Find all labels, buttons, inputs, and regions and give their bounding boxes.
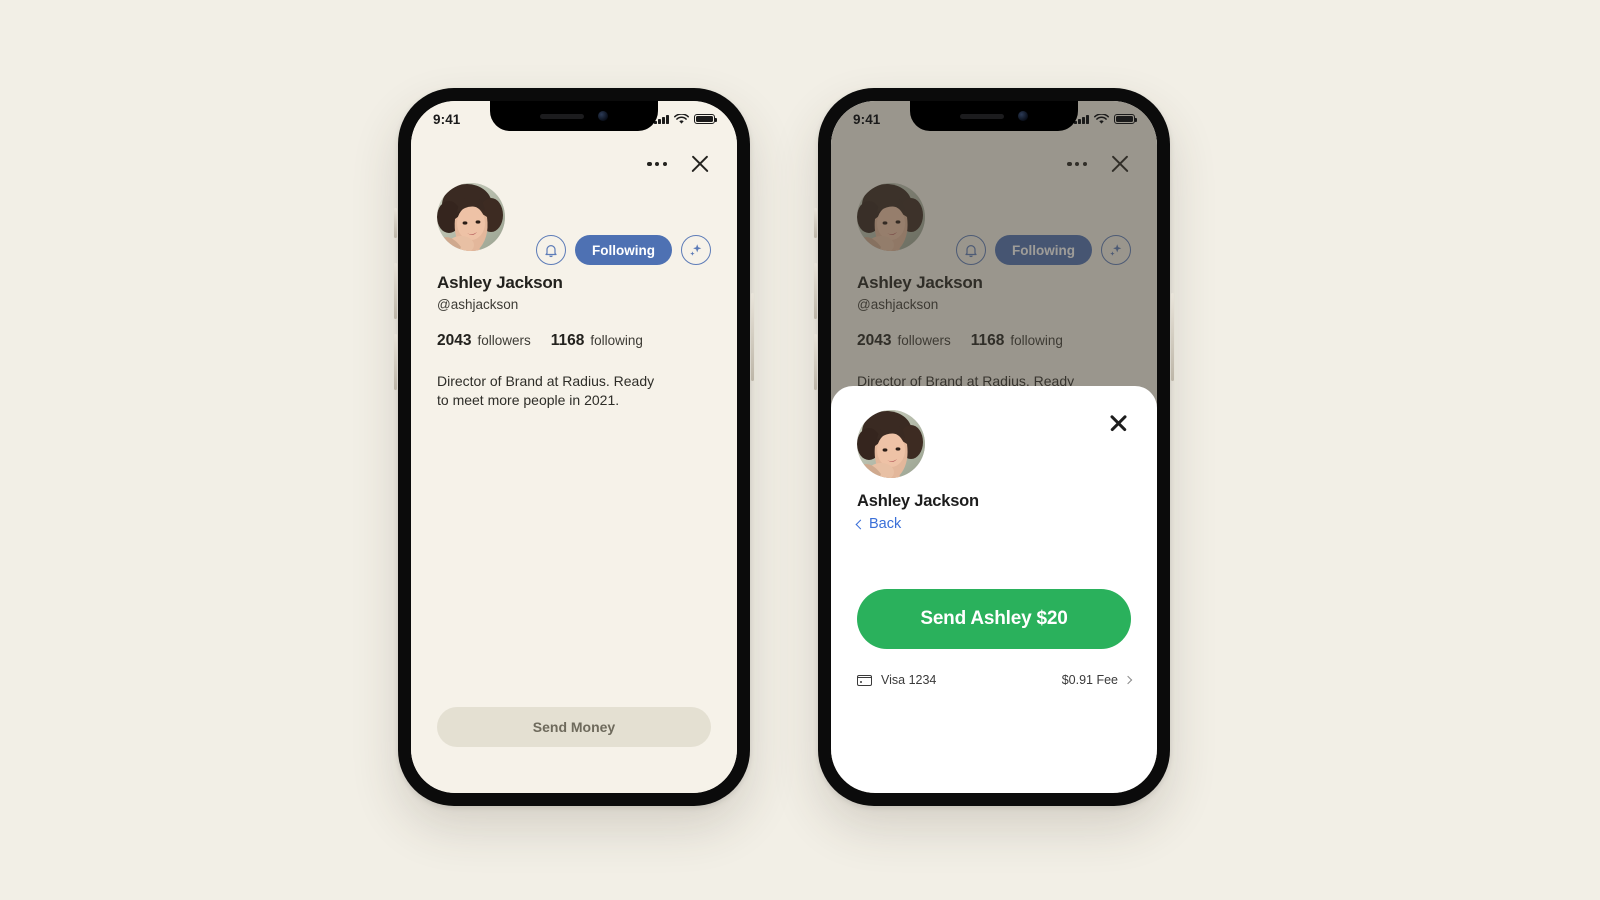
- more-options-icon[interactable]: [647, 161, 667, 167]
- volume-up-button[interactable]: [394, 263, 397, 319]
- bell-icon: [545, 244, 557, 257]
- speaker-grille-icon: [960, 113, 1004, 119]
- profile-page: Following Ashley Jackson @ashjackson 204…: [411, 101, 737, 793]
- front-camera-icon: [1018, 111, 1028, 121]
- profile-bio: Director of Brand at Radius. Ready to me…: [437, 373, 655, 409]
- avatar-photo: [437, 183, 505, 251]
- chevron-right-icon: [1123, 675, 1133, 685]
- power-button[interactable]: [1171, 293, 1174, 381]
- send-money-button[interactable]: Send Money: [437, 707, 711, 747]
- phone-mockup-left: 9:41 Following Ashley Jackson @ashjackso…: [394, 85, 754, 809]
- power-button[interactable]: [751, 293, 754, 381]
- volume-down-button[interactable]: [394, 334, 397, 390]
- payment-method-label: Visa 1234: [881, 673, 937, 687]
- send-amount-button[interactable]: Send Ashley $20: [857, 589, 1131, 649]
- wifi-icon: [1094, 113, 1109, 124]
- sheet-bottom-spacer: [857, 697, 1131, 793]
- payment-fee-group: $0.91 Fee: [1061, 673, 1133, 687]
- battery-icon: [1114, 113, 1138, 125]
- profile-stats: 2043 followers 1168 following: [411, 312, 737, 350]
- followers-label: followers: [477, 333, 531, 348]
- notch: [490, 101, 658, 131]
- sparkle-button[interactable]: [681, 235, 711, 265]
- volume-up-button[interactable]: [814, 263, 817, 319]
- sheet-body-spacer: [857, 532, 1131, 589]
- silent-switch[interactable]: [394, 208, 397, 238]
- avatar: [857, 410, 925, 478]
- canvas: 9:41 Following Ashley Jackson @ashjackso…: [0, 0, 1600, 900]
- chevron-left-icon: [855, 519, 866, 529]
- status-icons: [654, 113, 718, 125]
- back-link[interactable]: Back: [855, 516, 1131, 532]
- sheet-recipient-name: Ashley Jackson: [857, 492, 979, 510]
- profile-handle: @ashjackson: [437, 297, 519, 312]
- close-icon[interactable]: [1108, 412, 1129, 433]
- following-button[interactable]: Following: [575, 235, 672, 265]
- avatar: [437, 183, 505, 251]
- phone-mockup-right: 9:41 Ashley Jackson Back Send Ashley $20…: [814, 85, 1174, 809]
- back-label: Back: [869, 516, 902, 532]
- wifi-icon: [674, 113, 689, 124]
- volume-down-button[interactable]: [814, 334, 817, 390]
- sparkle-icon: [690, 244, 702, 256]
- credit-card-icon: [857, 674, 872, 686]
- silent-switch[interactable]: [814, 208, 817, 238]
- following-count: 1168: [550, 332, 585, 349]
- payment-method-left: Visa 1234: [857, 673, 936, 687]
- phone-screen-right: 9:41 Ashley Jackson Back Send Ashley $20…: [831, 101, 1157, 793]
- followers-count: 2043: [437, 332, 472, 349]
- avatar-row: Following: [411, 183, 737, 265]
- payment-method-row[interactable]: Visa 1234 $0.91 Fee: [857, 663, 1133, 697]
- status-icons: [1074, 113, 1138, 125]
- close-icon[interactable]: [689, 153, 711, 175]
- following-label: following: [590, 333, 643, 348]
- notify-bell-button[interactable]: [536, 235, 566, 265]
- sheet-header: Ashley Jackson Back: [855, 386, 1131, 532]
- notch: [910, 101, 1078, 131]
- status-time: 9:41: [853, 111, 881, 127]
- status-time: 9:41: [433, 111, 461, 127]
- speaker-grille-icon: [540, 113, 584, 119]
- front-camera-icon: [598, 111, 608, 121]
- profile-actions: Following: [536, 235, 711, 265]
- avatar-photo: [857, 410, 925, 478]
- send-money-sheet: Ashley Jackson Back Send Ashley $20 Visa…: [831, 386, 1157, 793]
- payment-fee-label: $0.91 Fee: [1061, 673, 1118, 687]
- phone-screen-left: 9:41 Following Ashley Jackson @ashjackso…: [411, 101, 737, 793]
- battery-icon: [694, 113, 718, 125]
